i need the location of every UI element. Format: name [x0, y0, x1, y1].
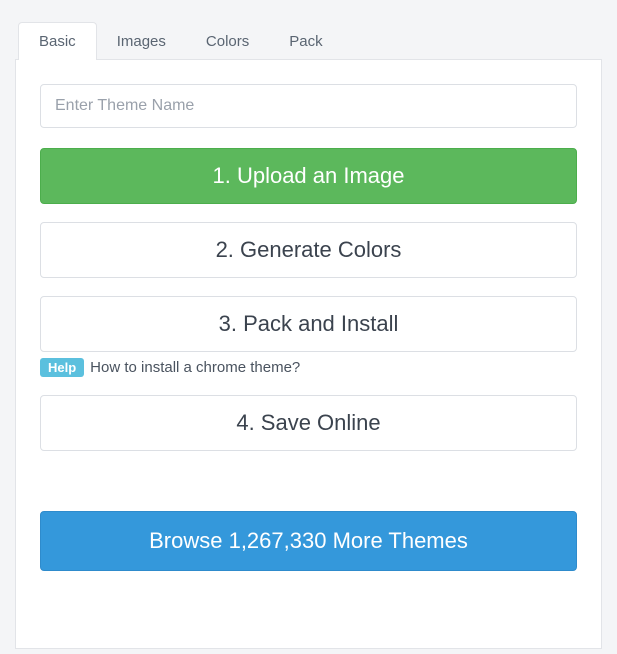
pack-install-button[interactable]: 3. Pack and Install	[40, 296, 577, 352]
save-online-button[interactable]: 4. Save Online	[40, 395, 577, 451]
help-link[interactable]: How to install a chrome theme?	[90, 359, 300, 376]
browse-themes-button[interactable]: Browse 1,267,330 More Themes	[40, 511, 577, 571]
tab-images[interactable]: Images	[97, 22, 186, 60]
help-row: Help How to install a chrome theme?	[40, 358, 577, 377]
generate-colors-button[interactable]: 2. Generate Colors	[40, 222, 577, 278]
help-badge[interactable]: Help	[40, 358, 84, 377]
tab-pack[interactable]: Pack	[269, 22, 342, 60]
tab-panel-basic: 1. Upload an Image 2. Generate Colors 3.…	[15, 59, 602, 649]
tab-colors[interactable]: Colors	[186, 22, 269, 60]
theme-name-input[interactable]	[40, 84, 577, 128]
upload-image-button[interactable]: 1. Upload an Image	[40, 148, 577, 204]
tab-basic[interactable]: Basic	[18, 22, 97, 60]
tabs-bar: Basic Images Colors Pack	[0, 0, 617, 60]
